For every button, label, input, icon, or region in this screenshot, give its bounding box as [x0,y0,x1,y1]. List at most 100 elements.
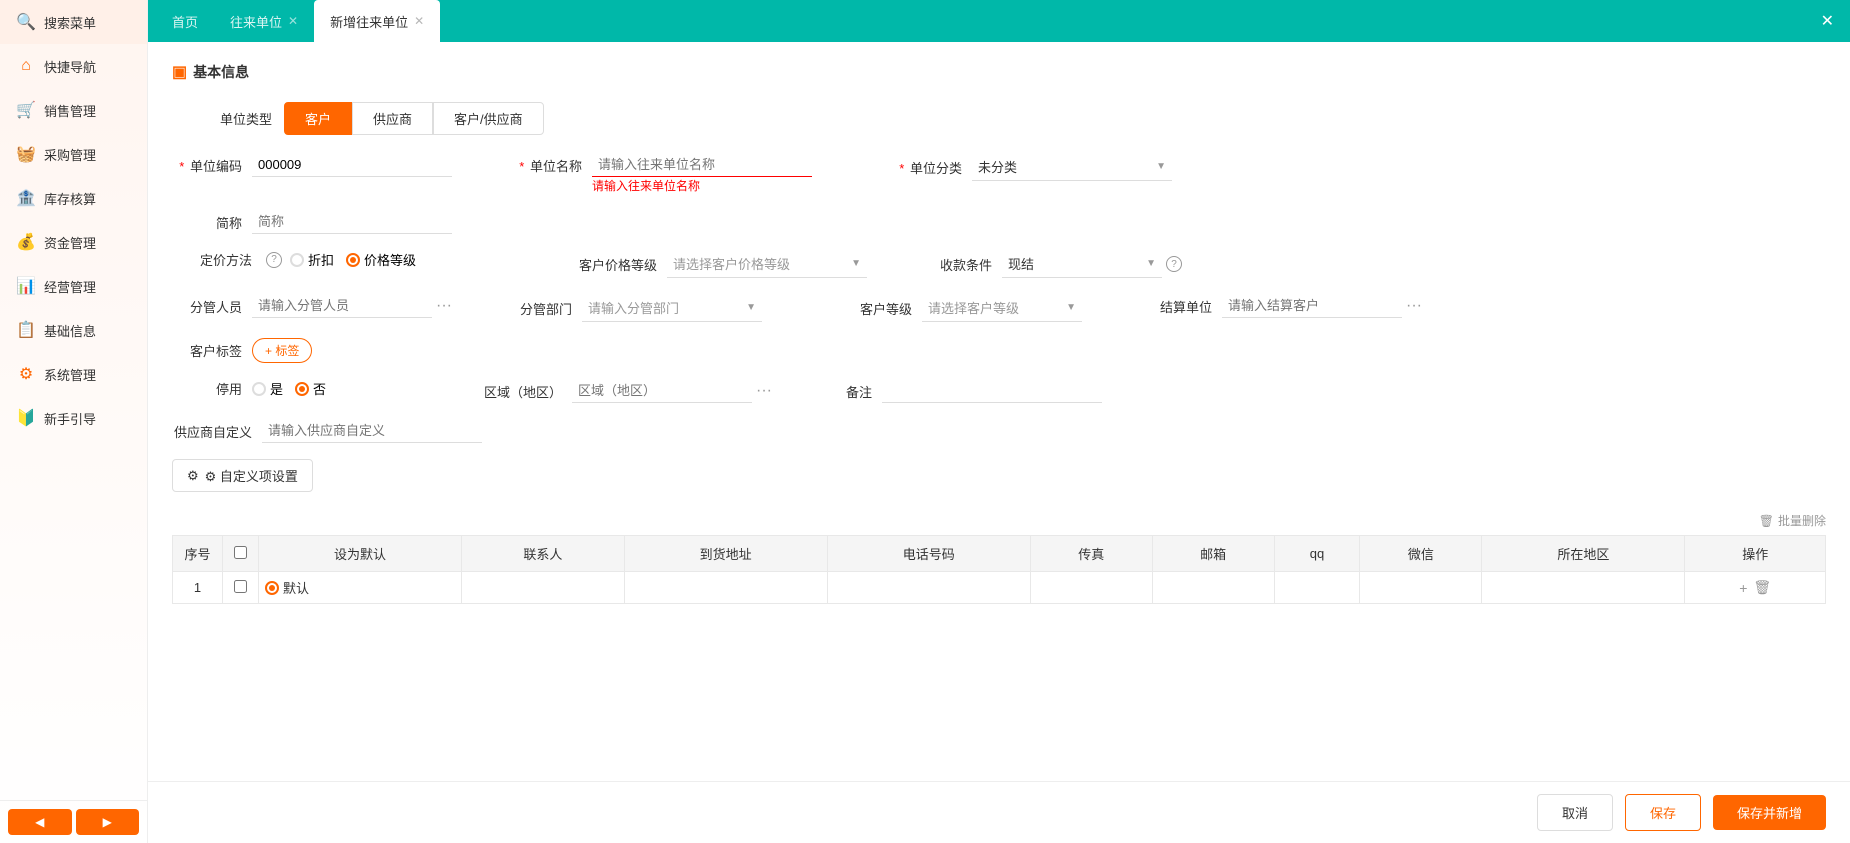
field-disabled: 停用 是 否 [172,379,472,398]
section-title: ▣ 基本信息 [172,62,1826,82]
field-customer-level: 客户等级 请选择客户等级 ▼ [852,294,1152,322]
col-default: 设为默认 [259,536,462,572]
sidebar-item-sales[interactable]: 🛒 销售管理 [0,88,147,132]
customer-level-select[interactable]: 请选择客户等级 ▼ [922,294,1082,322]
pricing-tooltip[interactable]: ? [266,252,282,268]
sidebar-item-guide[interactable]: 🔰 新手引导 [0,396,147,440]
row-delete-btn[interactable]: 🗑 [1753,579,1771,596]
cell-ops: + 🗑 [1685,572,1826,604]
pricing-radio-discount[interactable]: 折扣 [290,250,334,269]
field-unit-category: * 单位分类 未分类 ▼ [892,153,1272,181]
save-button[interactable]: 保存 [1625,794,1701,831]
basic-icon: 📋 [16,320,36,340]
region-input[interactable] [572,379,752,403]
col-contact: 联系人 [462,536,625,572]
field-customer-tag: 客户标签 + 标签 [172,338,1826,363]
col-seq: 序号 [173,536,223,572]
settlement-unit-more[interactable]: ··· [1406,297,1422,315]
short-name-input[interactable] [252,210,452,234]
sidebar: 🔍 搜索菜单 ⌂ 快捷导航 🛒 销售管理 🧺 采购管理 🏦 库存核算 💰 资金管… [0,0,148,843]
add-tag-button[interactable]: + 标签 [252,338,312,363]
sidebar-item-basic[interactable]: 📋 基础信息 [0,308,147,352]
disabled-radio-yes[interactable]: 是 [252,379,283,398]
pricing-radio-level[interactable]: 价格等级 [346,250,416,269]
sidebar-item-system[interactable]: ⚙ 系统管理 [0,352,147,396]
field-remark: 备注 [832,379,1132,403]
customer-price-level-select[interactable]: 请选择客户价格等级 ▼ [667,250,867,278]
sidebar-bottom: ◀ ▶ [0,800,147,843]
row-default-radio[interactable]: 默认 [265,578,455,597]
tab-home[interactable]: 首页 [156,0,214,42]
batch-delete-btn[interactable]: 🗑 批量删除 [1759,512,1826,529]
tab-new-partner-close[interactable]: ✕ [414,14,424,28]
cell-address [624,572,827,604]
system-icon: ⚙ [16,364,36,384]
field-manager: 分管人员 ··· [172,294,512,318]
col-checkbox [223,536,259,572]
tabbar-close-all[interactable]: ✕ [1813,11,1842,31]
sidebar-item-search[interactable]: 🔍 搜索菜单 [0,0,147,44]
unit-category-select[interactable]: 未分类 ▼ [972,153,1172,181]
disabled-no-circle [295,382,309,396]
cell-seq: 1 [173,572,223,604]
region-more[interactable]: ··· [756,382,772,400]
unit-category-arrow: ▼ [1156,161,1166,172]
cancel-button[interactable]: 取消 [1537,794,1613,831]
unit-name-input[interactable] [592,153,812,177]
unit-code-input[interactable] [252,153,452,177]
tab-new-partner[interactable]: 新增往来单位 ✕ [314,0,440,42]
form-row-6: 停用 是 否 区域（地区） ··· [172,379,1826,403]
payment-terms-select[interactable]: 现结 ▼ [1002,250,1162,278]
payment-terms-tooltip[interactable]: ? [1166,256,1182,272]
unit-type-both[interactable]: 客户/供应商 [433,102,544,135]
save-add-button[interactable]: 保存并新增 [1713,795,1826,830]
contact-table-section: 🗑 批量删除 序号 设为默认 联系人 到货地址 电话号码 传真 [172,512,1826,604]
form-row-4: 分管人员 ··· 分管部门 请输入分管部门 ▼ 客户等级 请选择客 [172,294,1826,322]
sidebar-prev-btn[interactable]: ◀ [8,809,72,835]
row-checkbox[interactable] [234,580,247,593]
field-department: 分管部门 请输入分管部门 ▼ [512,294,852,322]
sidebar-item-purchase[interactable]: 🧺 采购管理 [0,132,147,176]
form-row-3: 定价方法 ? 折扣 价格等级 客户价格等级 [172,250,1826,278]
unit-name-error: 请输入往来单位名称 [592,179,700,193]
sidebar-item-inventory[interactable]: 🏦 库存核算 [0,176,147,220]
disabled-radio-no[interactable]: 否 [295,379,326,398]
cell-default: 默认 [259,572,462,604]
supplier-custom-input[interactable] [262,419,482,443]
sidebar-item-finance[interactable]: 💰 资金管理 [0,220,147,264]
sidebar-item-quicknav[interactable]: ⌂ 快捷导航 [0,44,147,88]
disabled-radio-group: 是 否 [252,379,326,398]
unit-type-customer[interactable]: 客户 [284,102,352,135]
col-region: 所在地区 [1482,536,1685,572]
form-row-5: 客户标签 + 标签 [172,338,1826,363]
field-pricing-method: 定价方法 ? 折扣 价格等级 [172,250,572,269]
custom-settings-icon: ⚙ [187,468,199,484]
pricing-radio-group: 折扣 价格等级 [290,250,416,269]
col-phone: 电话号码 [827,536,1030,572]
row-add-btn[interactable]: + [1739,580,1747,596]
field-region: 区域（地区） ··· [472,379,832,403]
department-select[interactable]: 请输入分管部门 ▼ [582,294,762,322]
manager-more[interactable]: ··· [436,297,452,315]
operations-icon: 📊 [16,276,36,296]
disabled-yes-circle [252,382,266,396]
settlement-unit-input[interactable] [1222,294,1402,318]
custom-settings-button[interactable]: ⚙ ⚙ 自定义项设置 [172,459,313,492]
department-arrow: ▼ [746,302,756,313]
search-icon: 🔍 [16,12,36,32]
section-icon: ▣ [172,62,187,82]
tabbar: 首页 往来单位 ✕ 新增往来单位 ✕ ✕ [148,0,1850,42]
sidebar-next-btn[interactable]: ▶ [76,809,140,835]
tab-partners-close[interactable]: ✕ [288,14,298,28]
unit-type-supplier[interactable]: 供应商 [352,102,433,135]
field-supplier-custom: 供应商自定义 [172,419,572,443]
cell-phone [827,572,1030,604]
purchase-icon: 🧺 [16,144,36,164]
manager-input[interactable] [252,294,432,318]
remark-input[interactable] [882,379,1102,403]
table-select-all[interactable] [234,546,247,559]
sidebar-item-operations[interactable]: 📊 经营管理 [0,264,147,308]
col-fax: 传真 [1030,536,1152,572]
tab-partners[interactable]: 往来单位 ✕ [214,0,314,42]
field-unit-name: * 单位名称 请输入往来单位名称 [512,153,892,194]
